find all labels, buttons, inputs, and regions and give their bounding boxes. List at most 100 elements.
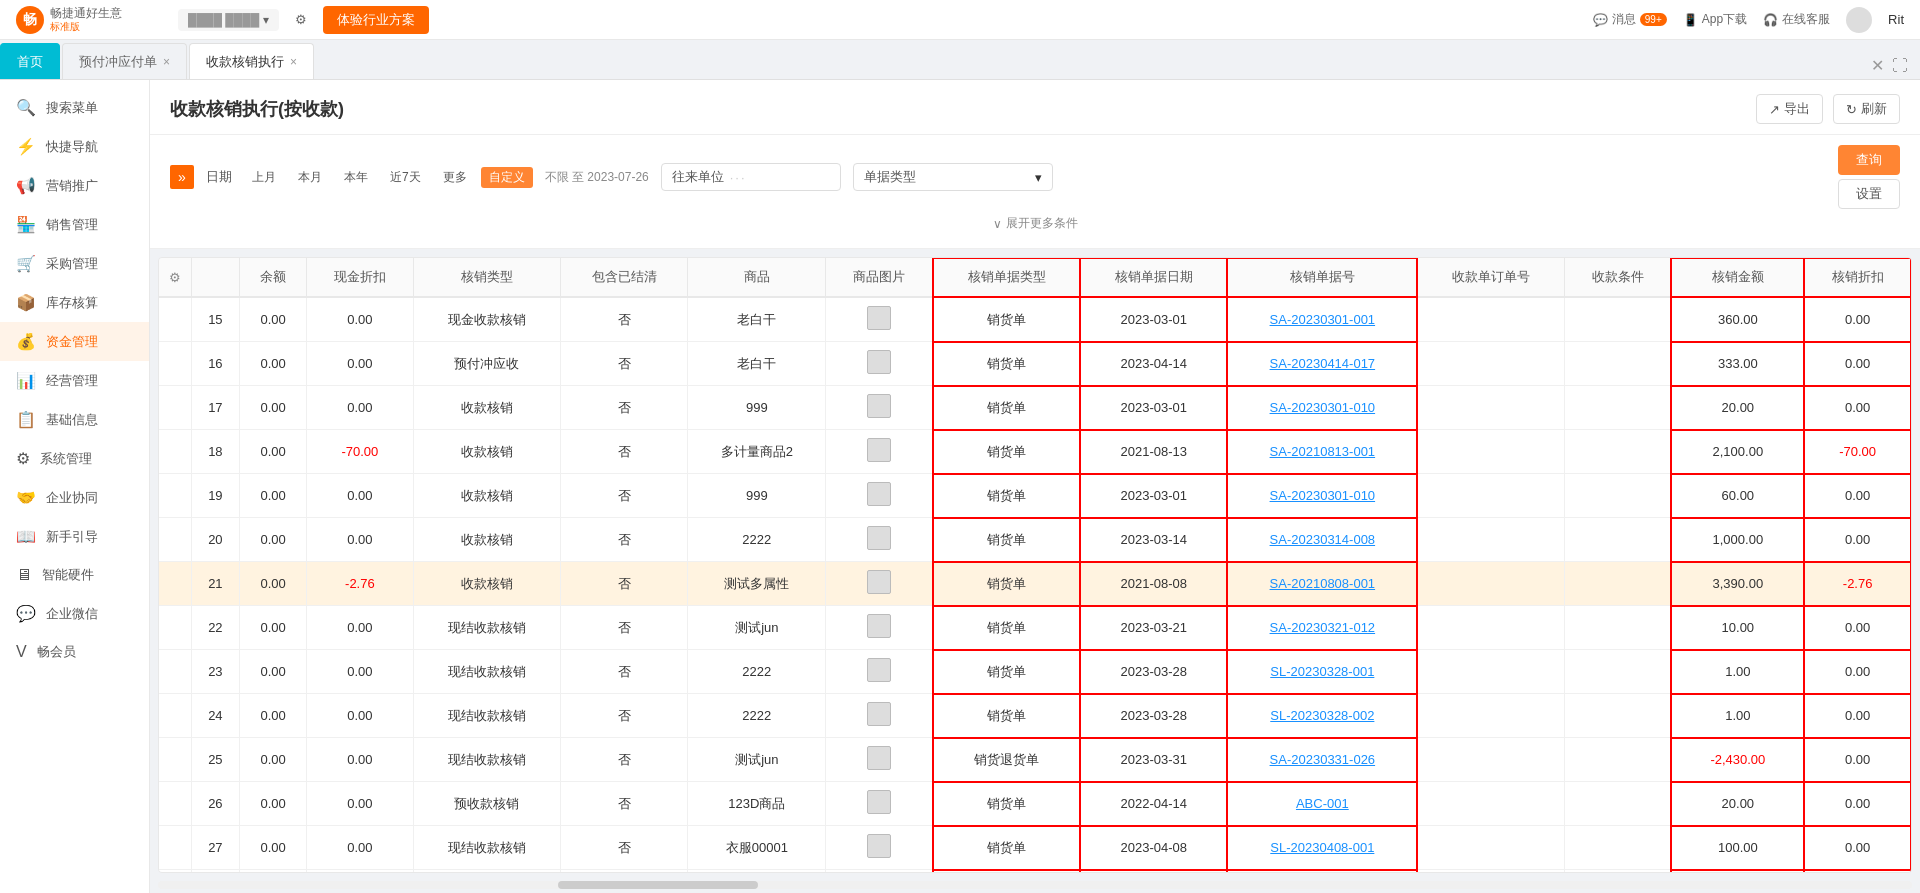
industry-btn[interactable]: 体验行业方案: [323, 6, 429, 34]
row-bill-no[interactable]: SA-20210808-001: [1227, 562, 1417, 606]
bill-type-filter[interactable]: 单据类型 ▾: [853, 163, 1053, 191]
row-write-off-amount: 100.00: [1671, 870, 1804, 874]
row-write-off-type: 现结收款核销: [413, 870, 560, 874]
online-service-item[interactable]: 🎧 在线客服: [1763, 11, 1830, 28]
goods-thumbnail: [867, 394, 891, 418]
export-button[interactable]: ↗ 导出: [1756, 94, 1823, 124]
message-item[interactable]: 💬 消息 99+: [1593, 11, 1667, 28]
date-opt-7days[interactable]: 近7天: [382, 167, 429, 188]
scrollbar-thumb[interactable]: [558, 881, 758, 889]
goods-thumbnail: [867, 306, 891, 330]
tab-prepayment-close[interactable]: ×: [163, 55, 170, 69]
sidebar-item-wechat[interactable]: 💬 企业微信: [0, 594, 149, 633]
table-row: 170.000.00收款核销否999销货单2023-03-01SA-202303…: [159, 386, 1911, 430]
row-write-off-type: 收款核销: [413, 430, 560, 474]
row-balance: 0.00: [240, 782, 307, 826]
row-bill-no[interactable]: SA-20230301-010: [1227, 474, 1417, 518]
row-bill-no[interactable]: SA-20230414-017: [1227, 342, 1417, 386]
row-bill-no[interactable]: SL-20230328-001: [1227, 650, 1417, 694]
goods-img-cell: [826, 386, 933, 430]
row-bill-no[interactable]: SA-20210813-001: [1227, 430, 1417, 474]
sidebar-item-marketing[interactable]: 📢 营销推广: [0, 166, 149, 205]
row-write-off-discount: -70.00: [1804, 430, 1910, 474]
date-opt-last-month[interactable]: 上月: [244, 167, 284, 188]
row-seq: 20: [191, 518, 240, 562]
row-cash-discount: 0.00: [306, 297, 413, 342]
sidebar-item-inventory[interactable]: 📦 库存核算: [0, 283, 149, 322]
finance-icon: 💰: [16, 332, 36, 351]
col-settings[interactable]: ⚙: [159, 258, 191, 297]
row-cash-discount: -2.76: [306, 562, 413, 606]
row-balance: 0.00: [240, 342, 307, 386]
sidebar-item-enterprise[interactable]: 🤝 企业协同: [0, 478, 149, 517]
row-bill-date: 2023-04-18: [1080, 870, 1227, 874]
sidebar-item-system[interactable]: ⚙ 系统管理: [0, 439, 149, 478]
horizontal-scrollbar[interactable]: [158, 881, 1912, 889]
row-included: 否: [561, 430, 688, 474]
row-bill-no[interactable]: SA-20230314-008: [1227, 518, 1417, 562]
user-name[interactable]: Rit: [1888, 12, 1904, 27]
row-balance: 0.00: [240, 297, 307, 342]
row-bill-no[interactable]: SA-20230331-026: [1227, 738, 1417, 782]
gear-button[interactable]: ⚙: [287, 6, 315, 34]
row-goods: 2222: [688, 650, 826, 694]
sidebar-item-guide[interactable]: 📖 新手引导: [0, 517, 149, 556]
row-bill-no[interactable]: SA-20230301-001: [1227, 297, 1417, 342]
expand-button[interactable]: »: [170, 165, 194, 189]
marketing-icon: 📢: [16, 176, 36, 195]
row-seq: 18: [191, 430, 240, 474]
expand-conditions-button[interactable]: ∨ 展开更多条件: [170, 209, 1900, 238]
row-included: 否: [561, 474, 688, 518]
tab-home[interactable]: 首页: [0, 43, 60, 79]
row-checkbox: [159, 474, 191, 518]
sidebar-item-sales[interactable]: 🏪 销售管理: [0, 205, 149, 244]
sidebar-item-basic-info[interactable]: 📋 基础信息: [0, 400, 149, 439]
row-goods: 999: [688, 474, 826, 518]
row-write-off-amount: 2,100.00: [1671, 430, 1804, 474]
date-opt-this-month[interactable]: 本月: [290, 167, 330, 188]
tab-writeoff-label: 收款核销执行: [206, 53, 284, 71]
row-bill-no[interactable]: ABC-001: [1227, 782, 1417, 826]
sidebar-item-member[interactable]: V 畅会员: [0, 633, 149, 671]
row-write-off-type: 现结收款核销: [413, 738, 560, 782]
row-bill-no[interactable]: SL-20230418-001: [1227, 870, 1417, 874]
sidebar-item-purchase[interactable]: 🛒 采购管理: [0, 244, 149, 283]
row-write-off-amount: 1,000.00: [1671, 518, 1804, 562]
row-seq: 21: [191, 562, 240, 606]
table-row: 220.000.00现结收款核销否测试jun销货单2023-03-21SA-20…: [159, 606, 1911, 650]
user-avatar[interactable]: [1846, 7, 1872, 33]
sidebar-item-search[interactable]: 🔍 搜索菜单: [0, 88, 149, 127]
row-bill-type: 销货单: [933, 518, 1080, 562]
tab-writeoff-close[interactable]: ×: [290, 55, 297, 69]
date-opt-more[interactable]: 更多: [435, 167, 475, 188]
settings-button[interactable]: 设置: [1838, 179, 1900, 209]
row-bill-type: 销货单: [933, 562, 1080, 606]
row-write-off-discount: 0.00: [1804, 342, 1910, 386]
tab-prepayment[interactable]: 预付冲应付单 ×: [62, 43, 187, 79]
row-checkbox: [159, 562, 191, 606]
sidebar-item-operations[interactable]: 📊 经营管理: [0, 361, 149, 400]
row-goods: 123D商品: [688, 782, 826, 826]
sidebar-item-smart-hw[interactable]: 🖥 智能硬件: [0, 556, 149, 594]
company-selector[interactable]: ████ ████ ▾: [178, 9, 279, 31]
from-unit-label: 往来单位: [672, 168, 724, 186]
row-write-off-discount: 0.00: [1804, 386, 1910, 430]
date-opt-custom[interactable]: 自定义: [481, 167, 533, 188]
row-write-off-discount: 0.00: [1804, 650, 1910, 694]
from-unit-filter[interactable]: 往来单位 ···: [661, 163, 841, 191]
query-button[interactable]: 查询: [1838, 145, 1900, 175]
table-row: 270.000.00现结收款核销否衣服00001销货单2023-04-08SL-…: [159, 826, 1911, 870]
row-write-off-type: 现结收款核销: [413, 650, 560, 694]
date-opt-this-year[interactable]: 本年: [336, 167, 376, 188]
close-window-icon[interactable]: ✕: [1871, 56, 1884, 75]
row-bill-no[interactable]: SL-20230328-002: [1227, 694, 1417, 738]
row-bill-no[interactable]: SL-20230408-001: [1227, 826, 1417, 870]
sidebar-item-quick-nav[interactable]: ⚡ 快捷导航: [0, 127, 149, 166]
refresh-button[interactable]: ↻ 刷新: [1833, 94, 1900, 124]
expand-window-icon[interactable]: ⛶: [1892, 57, 1908, 75]
row-bill-no[interactable]: SA-20230321-012: [1227, 606, 1417, 650]
sidebar-item-finance[interactable]: 💰 资金管理: [0, 322, 149, 361]
row-bill-no[interactable]: SA-20230301-010: [1227, 386, 1417, 430]
tab-writeoff[interactable]: 收款核销执行 ×: [189, 43, 314, 79]
app-download-item[interactable]: 📱 App下载: [1683, 11, 1747, 28]
